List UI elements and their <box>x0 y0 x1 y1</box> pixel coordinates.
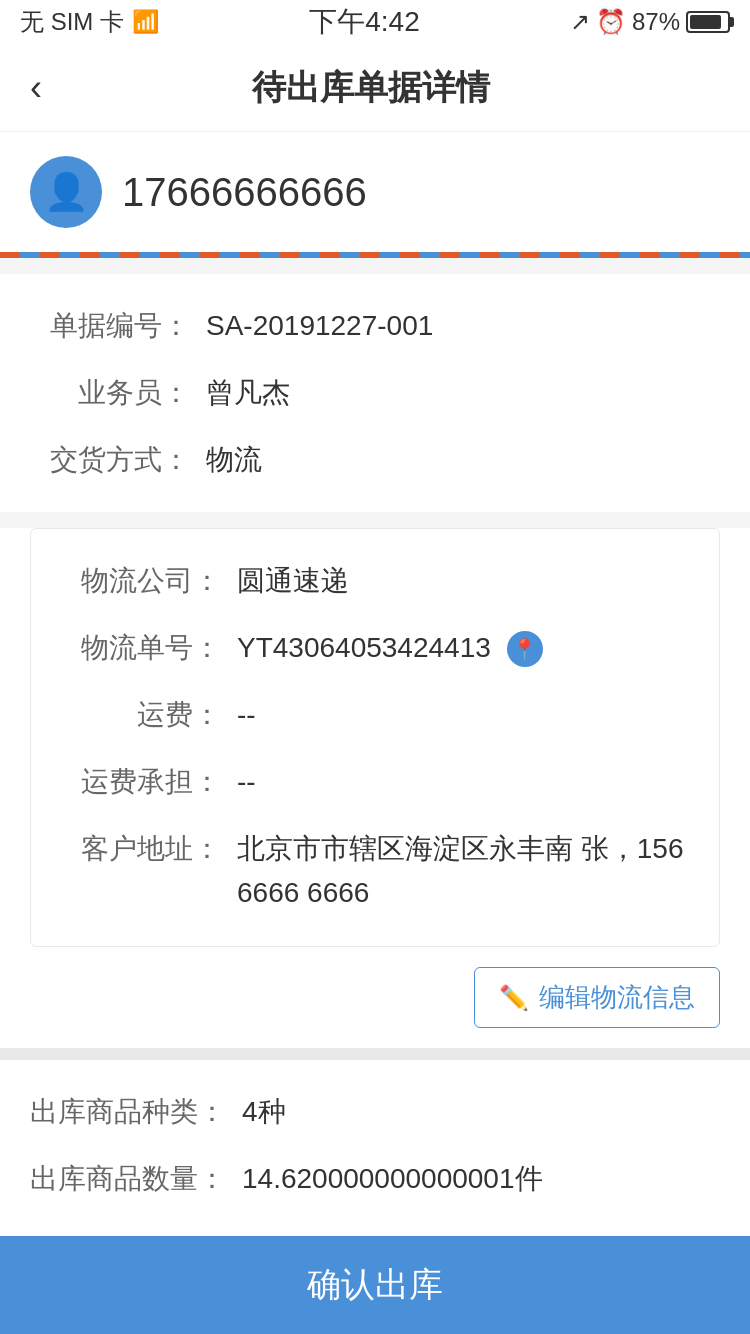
address-label: 客户地址： <box>61 827 221 872</box>
confirm-button-label: 确认出库 <box>307 1262 443 1308</box>
delivery-row: 交货方式： 物流 <box>30 438 720 483</box>
delivery-value: 物流 <box>206 438 720 483</box>
salesman-value: 曾凡杰 <box>206 371 720 416</box>
tracking-value: YT43064053424413 📍 <box>237 626 689 671</box>
time-label: 下午4:42 <box>309 3 420 41</box>
wifi-icon: 📶 <box>132 9 159 35</box>
nav-bar: ‹ 待出库单据详情 <box>0 44 750 132</box>
battery-fill <box>690 15 721 29</box>
doc-info-section: 单据编号： SA-20191227-001 业务员： 曾凡杰 交货方式： 物流 <box>0 274 750 512</box>
goods-quantity-row: 出库商品数量： 14.620000000000001件 <box>30 1157 720 1202</box>
delivery-label: 交货方式： <box>30 438 190 483</box>
status-left: 无 SIM 卡 📶 <box>20 6 159 38</box>
salesman-label: 业务员： <box>30 371 190 416</box>
freight-bear-label: 运费承担： <box>61 760 221 805</box>
section-separator <box>0 1048 750 1060</box>
status-bar: 无 SIM 卡 📶 下午4:42 ↗ ⏰ 87% <box>0 0 750 44</box>
back-button[interactable]: ‹ <box>30 67 42 109</box>
freight-bear-value: -- <box>237 760 689 805</box>
goods-section: 出库商品种类： 4种 出库商品数量： 14.620000000000001件 <box>0 1060 750 1232</box>
page-title: 待出库单据详情 <box>62 65 680 111</box>
edit-logistics-button[interactable]: ✏️ 编辑物流信息 <box>474 967 720 1028</box>
logistics-company-row: 物流公司： 圆通速递 <box>61 559 689 604</box>
logistics-company-label: 物流公司： <box>61 559 221 604</box>
battery-icon <box>686 11 730 33</box>
address-value: 北京市市辖区海淀区永丰南 张，156 6666 6666 <box>237 827 689 917</box>
logistics-wrapper: 物流公司： 圆通速递 物流单号： YT43064053424413 📍 运费： … <box>0 528 750 1048</box>
goods-quantity-value: 14.620000000000001件 <box>242 1157 720 1202</box>
dashed-divider <box>0 252 750 258</box>
user-avatar: 👤 <box>30 156 102 228</box>
doc-number-value: SA-20191227-001 <box>206 304 720 349</box>
tracking-row: 物流单号： YT43064053424413 📍 <box>61 626 689 671</box>
status-right: ↗ ⏰ 87% <box>570 8 730 36</box>
address-row: 客户地址： 北京市市辖区海淀区永丰南 张，156 6666 6666 <box>61 827 689 917</box>
doc-number-label: 单据编号： <box>30 304 190 349</box>
goods-type-row: 出库商品种类： 4种 <box>30 1090 720 1135</box>
freight-value: -- <box>237 693 689 738</box>
freight-bear-row: 运费承担： -- <box>61 760 689 805</box>
freight-label: 运费： <box>61 693 221 738</box>
battery-percent: 87% <box>632 8 680 36</box>
edit-btn-label: 编辑物流信息 <box>539 980 695 1015</box>
goods-type-label: 出库商品种类： <box>30 1090 226 1135</box>
edit-icon: ✏️ <box>499 984 529 1012</box>
logistics-company-value: 圆通速递 <box>237 559 689 604</box>
edit-logistics-row: ✏️ 编辑物流信息 <box>0 947 750 1048</box>
location-icon: ↗ <box>570 8 590 36</box>
carrier-label: 无 SIM 卡 <box>20 6 124 38</box>
doc-number-row: 单据编号： SA-20191227-001 <box>30 304 720 349</box>
logistics-section: 物流公司： 圆通速递 物流单号： YT43064053424413 📍 运费： … <box>30 528 720 947</box>
avatar-icon: 👤 <box>44 171 89 213</box>
user-phone: 17666666666 <box>122 170 367 215</box>
alarm-icon: ⏰ <box>596 8 626 36</box>
confirm-button-bar[interactable]: 确认出库 <box>0 1236 750 1334</box>
goods-type-value: 4种 <box>242 1090 720 1135</box>
freight-row: 运费： -- <box>61 693 689 738</box>
salesman-row: 业务员： 曾凡杰 <box>30 371 720 416</box>
tracking-label: 物流单号： <box>61 626 221 671</box>
user-header: 👤 17666666666 <box>0 132 750 252</box>
tracking-location-icon[interactable]: 📍 <box>507 631 543 667</box>
goods-quantity-label: 出库商品数量： <box>30 1157 226 1202</box>
